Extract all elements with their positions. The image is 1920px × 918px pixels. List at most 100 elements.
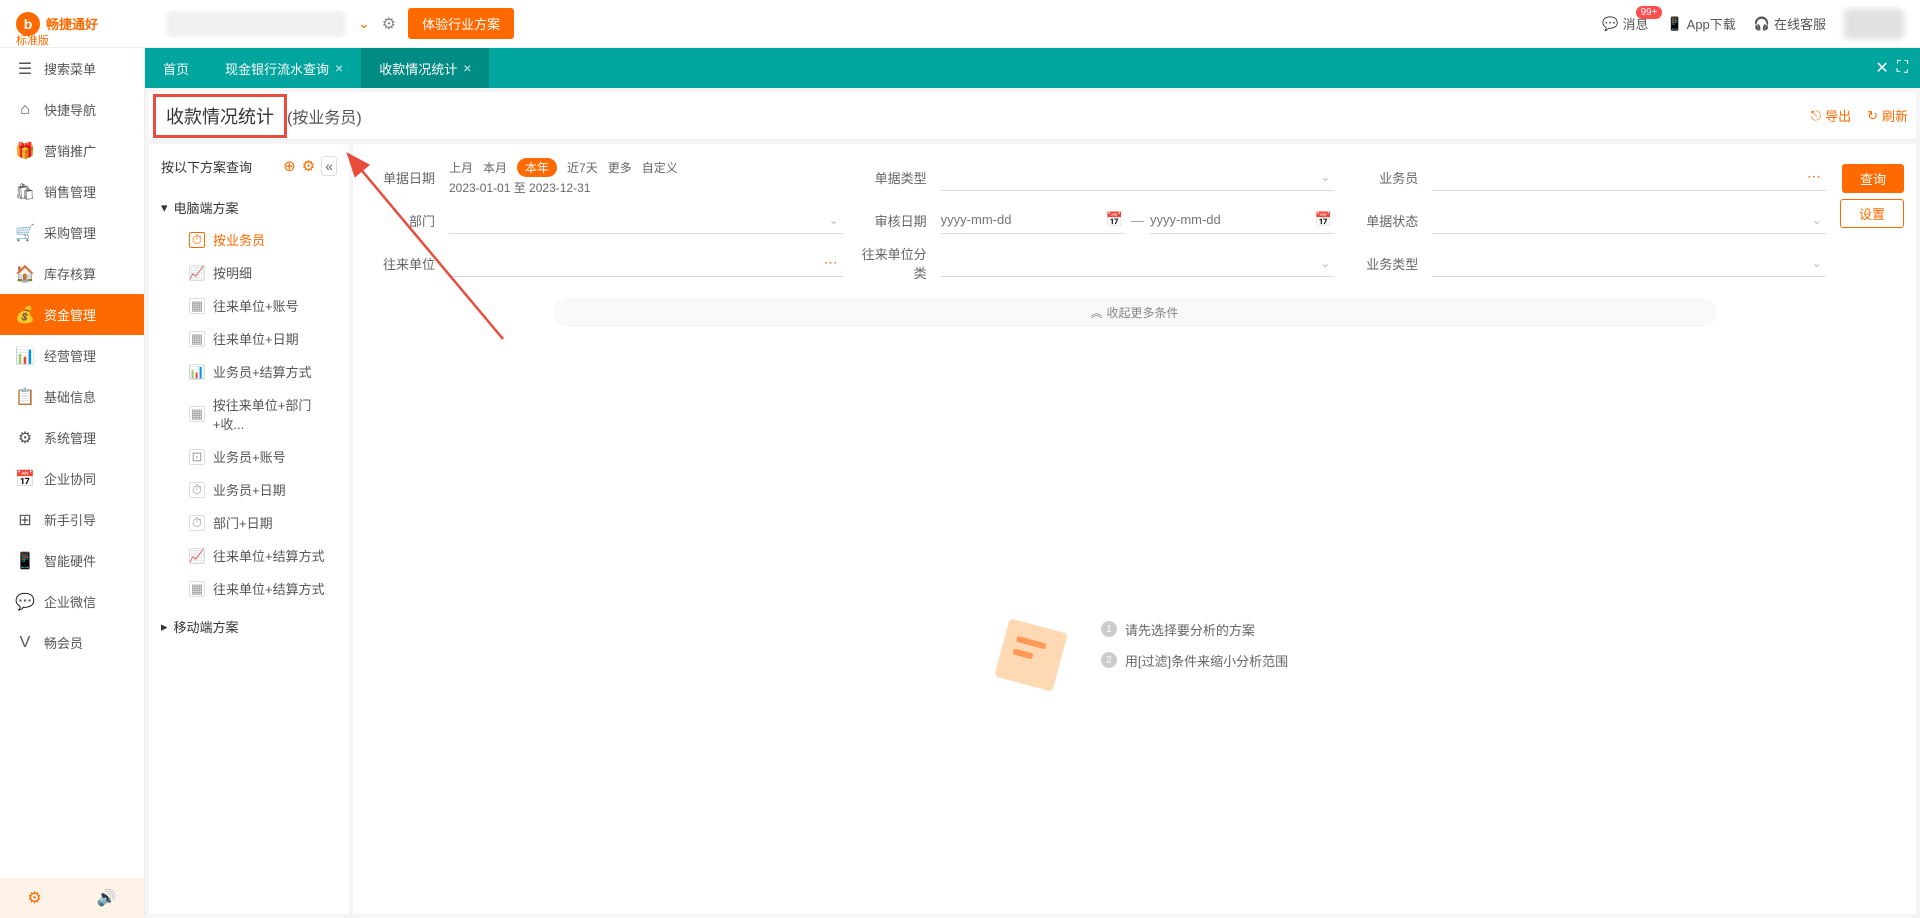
scheme-item-label: 往来单位+结算方式	[213, 579, 325, 598]
scheme-item-6[interactable]: ⊡业务员+账号	[161, 440, 349, 473]
scheme-item-10[interactable]: ▦ 往来单位+结算方式	[161, 572, 349, 605]
nav-item-9[interactable]: ⚙系统管理	[0, 417, 144, 458]
footer-sound-icon[interactable]: 🔊	[97, 888, 117, 908]
empty-state: 1 请先选择要分析的方案 2 用[过滤]条件来缩小分析范围	[353, 335, 1916, 914]
nav-item-4[interactable]: 🛒采购管理	[0, 212, 144, 253]
step-number-icon: 2	[1101, 652, 1117, 668]
date-field-wrapper: 上月本月本年近7天更多自定义 2023-01-01 至 2023-12-31	[449, 158, 843, 196]
nav-item-1[interactable]: ⌂快捷导航	[0, 89, 144, 130]
filter-form: 单据日期 上月本月本年近7天更多自定义 2023-01-01 至 2023-12…	[353, 144, 1916, 290]
refresh-button[interactable]: ↻ 刷新	[1867, 106, 1908, 125]
trial-button[interactable]: 体验行业方案	[408, 8, 514, 39]
filter-area: 单据日期 上月本月本年近7天更多自定义 2023-01-01 至 2023-12…	[353, 144, 1916, 914]
org-selector-blur[interactable]	[166, 11, 346, 37]
scheme-group-title[interactable]: ▾电脑端方案	[161, 192, 349, 223]
empty-step-1: 1 请先选择要分析的方案	[1101, 620, 1288, 639]
message-link[interactable]: 💬 消息 99+	[1602, 14, 1648, 33]
calendar-icon: 📅	[1315, 211, 1332, 228]
salesman-select[interactable]: ⋯	[1432, 163, 1826, 191]
nav-item-12[interactable]: 📱智能硬件	[0, 540, 144, 581]
tab-2[interactable]: 收款情况统计×	[361, 48, 489, 88]
user-avatar[interactable]	[1844, 9, 1904, 39]
scheme-item-4[interactable]: 📊业务员+结算方式	[161, 355, 349, 388]
unit-select[interactable]: ⋯	[449, 249, 843, 277]
tab-1[interactable]: 现金银行流水查询×	[207, 48, 361, 88]
nav-icon: 🛍	[16, 183, 34, 201]
date-shortcut[interactable]: 上月	[449, 159, 473, 176]
nav-item-10[interactable]: 📅企业协同	[0, 458, 144, 499]
tab-0[interactable]: 首页	[145, 48, 207, 88]
scheme-item-label: 按明细	[213, 263, 252, 282]
scheme-item-0[interactable]: ⏱按业务员	[161, 223, 349, 256]
footer-gear-icon[interactable]: ⚙	[27, 888, 41, 908]
biz-type-select[interactable]: ⌄	[1432, 249, 1826, 277]
close-icon[interactable]: ×	[463, 60, 471, 76]
nav-item-6[interactable]: 💰资金管理	[0, 294, 144, 335]
page-title-suffix: (按业务员)	[287, 104, 362, 128]
close-icon[interactable]: ×	[335, 60, 343, 76]
add-scheme-icon[interactable]: ⊕	[283, 157, 296, 175]
nav-item-13[interactable]: 💬企业微信	[0, 581, 144, 622]
nav-item-0[interactable]: ☰搜索菜单	[0, 48, 144, 89]
status-select[interactable]: ⌄	[1432, 206, 1826, 234]
doc-type-select[interactable]: ⌄	[941, 163, 1335, 191]
date-shortcut[interactable]: 自定义	[642, 159, 678, 176]
date-dash: —	[1131, 213, 1144, 228]
collapse-panel-icon[interactable]: «	[321, 156, 337, 176]
status-label: 单据状态	[1348, 211, 1418, 230]
search-button[interactable]: 查询	[1842, 164, 1904, 193]
date-shortcut[interactable]: 本月	[483, 159, 507, 176]
fullscreen-icon[interactable]: ⛶	[1897, 59, 1908, 77]
scheme-item-8[interactable]: ⏱部门+日期	[161, 506, 349, 539]
download-link[interactable]: 📱 App下载	[1666, 14, 1735, 33]
tabs-bar: 首页现金银行流水查询×收款情况统计× ✕ ⛶	[145, 48, 1920, 88]
date-shortcut[interactable]: 近7天	[567, 159, 598, 176]
date-shortcut[interactable]: 本年	[517, 158, 557, 177]
phone-icon: 📱	[1666, 16, 1682, 32]
scheme-item-7[interactable]: ⏱业务员+日期	[161, 473, 349, 506]
date-shortcut[interactable]: 更多	[608, 159, 632, 176]
refresh-icon: ↻	[1867, 108, 1878, 124]
scheme-item-5[interactable]: ▦按往来单位+部门+收...	[161, 388, 349, 440]
gear-icon[interactable]: ⚙	[382, 14, 396, 34]
more-icon: ⋯	[824, 254, 839, 271]
settings-button[interactable]: 设置	[1840, 199, 1904, 228]
dept-label: 部门	[365, 211, 435, 230]
scheme-item-icon: ⏱	[189, 232, 205, 248]
nav-item-14[interactable]: V畅会员	[0, 622, 144, 663]
collapse-filters-button[interactable]: ︽ 收起更多条件	[553, 298, 1716, 327]
nav-item-5[interactable]: 🏠库存核算	[0, 253, 144, 294]
calendar-icon: 📅	[1106, 211, 1123, 228]
unit-cat-select[interactable]: ⌄	[941, 249, 1335, 277]
scheme-panel: 按以下方案查询 ⊕ ⚙ « ▾电脑端方案⏱按业务员📈按明细▦往来单位+账号▦往来…	[149, 144, 349, 914]
nav-label: 企业微信	[44, 592, 96, 611]
nav-item-3[interactable]: 🛍销售管理	[0, 171, 144, 212]
support-link[interactable]: 🎧 在线客服	[1754, 14, 1826, 33]
nav-label: 经营管理	[44, 346, 96, 365]
audit-date-to[interactable]: 📅	[1150, 206, 1334, 234]
left-nav: ☰搜索菜单⌂快捷导航🎁营销推广🛍销售管理🛒采购管理🏠库存核算💰资金管理📊经营管理…	[0, 48, 145, 918]
nav-item-2[interactable]: 🎁营销推广	[0, 130, 144, 171]
nav-item-7[interactable]: 📊经营管理	[0, 335, 144, 376]
nav-icon: V	[16, 634, 34, 652]
nav-item-11[interactable]: ⊞新手引导	[0, 499, 144, 540]
export-button[interactable]: ⎋ 导出	[1811, 106, 1851, 125]
nav-icon: 💰	[16, 306, 34, 324]
nav-item-8[interactable]: 📋基础信息	[0, 376, 144, 417]
chevron-down-icon: ⌄	[1812, 256, 1822, 270]
top-header: b 畅捷通好 标准版 ⌄ ⚙ 体验行业方案 💬 消息 99+ 📱 App下载 🎧…	[0, 0, 1920, 48]
audit-date-from[interactable]: 📅	[941, 206, 1125, 234]
chevron-down-icon[interactable]: ⌄	[358, 15, 370, 32]
dept-select[interactable]: ⌄	[449, 206, 843, 234]
scheme-item-9[interactable]: 📈往来单位+结算方式	[161, 539, 349, 572]
scheme-item-icon: ▦	[189, 581, 205, 597]
scheme-group-title[interactable]: ▸移动端方案	[161, 611, 349, 642]
close-all-tabs-icon[interactable]: ✕	[1875, 58, 1888, 78]
scheme-item-1[interactable]: 📈按明细	[161, 256, 349, 289]
scheme-settings-icon[interactable]: ⚙	[302, 157, 315, 175]
scheme-item-3[interactable]: ▦往来单位+日期	[161, 322, 349, 355]
scheme-item-label: 业务员+账号	[213, 447, 286, 466]
app-logo-text: 畅捷通好	[46, 14, 98, 33]
nav-label: 快捷导航	[44, 100, 96, 119]
scheme-item-2[interactable]: ▦往来单位+账号	[161, 289, 349, 322]
